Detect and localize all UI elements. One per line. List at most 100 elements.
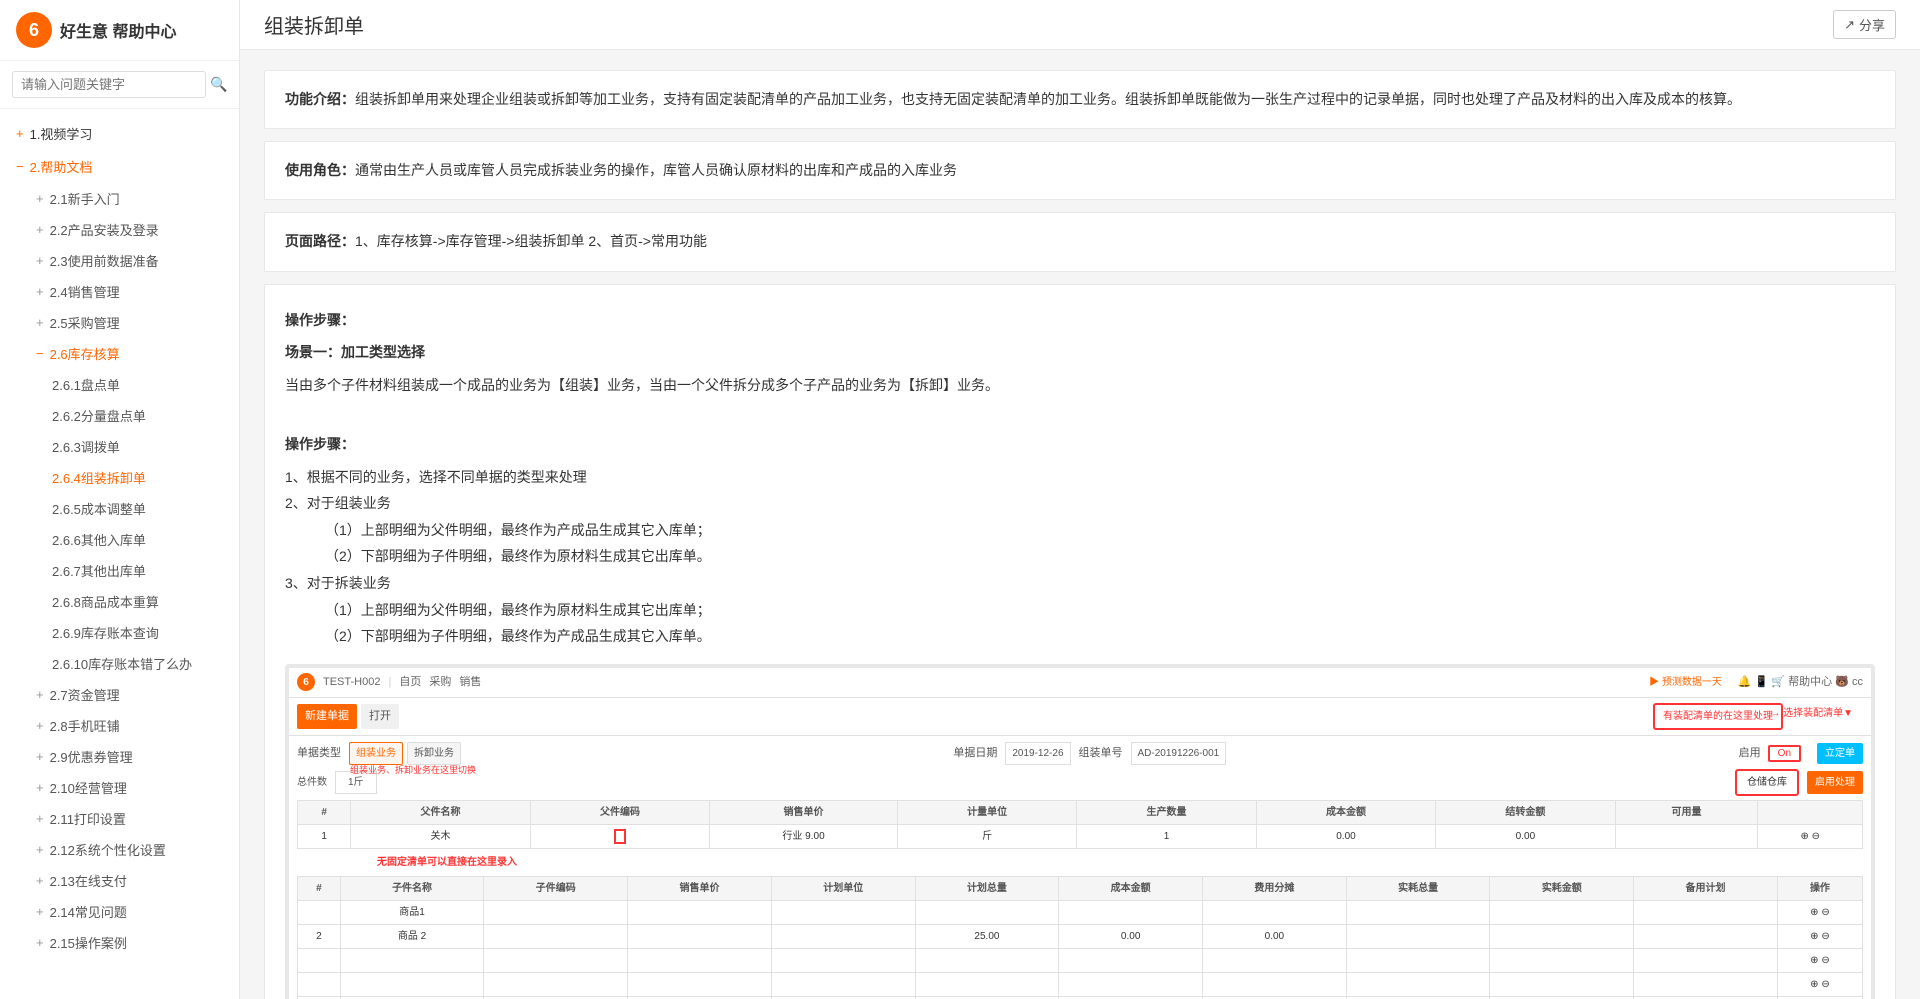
- sidebar-item-cases[interactable]: + 2.15操作案例: [0, 927, 239, 958]
- cell-child-price: [628, 900, 772, 924]
- step2: 2、对于组装业务: [285, 490, 1875, 517]
- cell-child-name: 商品1: [340, 900, 484, 924]
- app-top-bar: 6 TEST-H002 | 自页 采购 销售 ▶ 预测数据一天 🔔 📱 🛒 帮助…: [289, 668, 1871, 698]
- annotation-bom: 有装配清单的在这里处理: [1653, 703, 1783, 730]
- app-tab-open[interactable]: 打开: [361, 704, 399, 729]
- sidebar-item-ledger-error[interactable]: 2.6.10库存账本错了么办: [0, 648, 239, 679]
- content-area: 功能介绍：组装拆卸单用来处理企业组装或拆卸等加工业务，支持有固定装配清单的产品加…: [240, 50, 1920, 999]
- search-button[interactable]: 🔍: [210, 76, 227, 93]
- sidebar-item-label: 2.帮助文档: [30, 157, 93, 176]
- form-label-date: 单据日期: [953, 743, 997, 764]
- sidebar-item-sales[interactable]: + 2.4销售管理: [0, 276, 239, 307]
- sidebar-item-faq[interactable]: + 2.14常见问题: [0, 896, 239, 927]
- cell-plan-unit: [771, 900, 915, 924]
- sidebar-nav: + 1.视频学习 − 2.帮助文档 + 2.1新手入门 + 2.2产品安装及登录…: [0, 109, 239, 999]
- type-assembly[interactable]: 组装业务 组装业务、拆卸业务在这里切换: [349, 742, 403, 765]
- th-op: [1758, 800, 1863, 824]
- app-nav-purchase[interactable]: 采购: [429, 672, 451, 693]
- search-input[interactable]: [12, 71, 206, 98]
- screenshot-container: 6 TEST-H002 | 自页 采购 销售 ▶ 预测数据一天 🔔 📱 🛒 帮助…: [285, 664, 1875, 999]
- type-disassembly[interactable]: 拆卸业务: [407, 742, 461, 765]
- cell-avail: [1615, 824, 1758, 848]
- sidebar-item-other-inbound[interactable]: 2.6.6其他入库单: [0, 524, 239, 555]
- func-intro-label: 功能介绍：: [285, 91, 355, 107]
- sidebar-item-purchase[interactable]: + 2.5采购管理: [0, 307, 239, 338]
- sidebar-sub-label: 2.15操作案例: [50, 933, 127, 952]
- parent-code-highlight[interactable]: [614, 829, 626, 844]
- path-text: 页面路径：1、库存核算->库存管理->组装拆卸单 2、首页->常用功能: [285, 229, 1875, 254]
- sidebar-item-finance[interactable]: + 2.7资金管理: [0, 679, 239, 710]
- count-label: 总件数: [297, 773, 327, 792]
- sidebar-leaf-label: 2.6.10库存账本错了么办: [52, 654, 192, 673]
- cell-child-name: 商品 2: [340, 924, 484, 948]
- annotation-area: 无固定清单可以直接在这里录入: [297, 853, 1863, 872]
- sidebar-item-cost-adjust[interactable]: 2.6.5成本调整单: [0, 493, 239, 524]
- sidebar-sub-label: 2.3使用前数据准备: [50, 251, 159, 270]
- sidebar-item-mobile[interactable]: + 2.8手机旺铺: [0, 710, 239, 741]
- sidebar-sub-label: 2.13在线支付: [50, 871, 127, 890]
- sidebar-item-other-outbound[interactable]: 2.6.7其他出库单: [0, 555, 239, 586]
- app-forecast-btn[interactable]: ▶ 预测数据一天: [1649, 673, 1722, 692]
- sidebar-item-label: 1.视频学习: [30, 124, 93, 143]
- sidebar-item-settings[interactable]: + 2.12系统个性化设置: [0, 834, 239, 865]
- confirm-button[interactable]: 立定单: [1817, 743, 1863, 764]
- sidebar-item-cost-recalc[interactable]: 2.6.8商品成本重算: [0, 586, 239, 617]
- enabled-value[interactable]: On: [1768, 745, 1801, 762]
- sidebar-sub-label: 2.1新手入门: [50, 189, 120, 208]
- role-text: 使用角色：通常由生产人员或库管人员完成拆装业务的操作，库管人员确认原材料的出库和…: [285, 158, 1875, 183]
- main-area: 组装拆卸单 ↗ 分享 功能介绍：组装拆卸单用来处理企业组装或拆卸等加工业务，支持…: [240, 0, 1920, 999]
- cell-actual-total: [1346, 900, 1490, 924]
- sidebar-item-newbie[interactable]: + 2.1新手入门: [0, 183, 239, 214]
- enable-processing-btn[interactable]: 启用处理: [1807, 771, 1863, 794]
- form-value-date[interactable]: 2019-12-26: [1005, 742, 1070, 765]
- sidebar-item-print[interactable]: + 2.11打印设置: [0, 803, 239, 834]
- sidebar-item-inventory[interactable]: − 2.6库存核算: [0, 338, 239, 369]
- th-op2: 操作: [1777, 876, 1862, 900]
- logo-text: 好生意 帮助中心: [60, 18, 176, 42]
- sidebar-item-payment[interactable]: + 2.13在线支付: [0, 865, 239, 896]
- form-label-doctype: 单据类型: [297, 743, 341, 764]
- sidebar-item-coupon[interactable]: + 2.9优惠券管理: [0, 741, 239, 772]
- func-intro-text: 功能介绍：组装拆卸单用来处理企业组装或拆卸等加工业务，支持有固定装配清单的产品加…: [285, 87, 1875, 112]
- sidebar-item-transfer[interactable]: 2.6.3调拨单: [0, 431, 239, 462]
- app-tab-new[interactable]: 新建单据: [297, 704, 357, 729]
- th-plan-unit: 计划单位: [771, 876, 915, 900]
- app-nav-home[interactable]: 自页: [399, 672, 421, 693]
- operation-steps-box: 操作步骤： 场景一：加工类型选择 当由多个子件材料组装成一个成品的业务为【组装】…: [264, 284, 1896, 999]
- sidebar-item-stocktake[interactable]: 2.6.1盘点单: [0, 369, 239, 400]
- sidebar-item-install[interactable]: + 2.2产品安装及登录: [0, 214, 239, 245]
- sidebar-item-assembly[interactable]: 2.6.4组装拆卸单: [0, 462, 239, 493]
- form-label-docno: 组装单号: [1079, 743, 1123, 764]
- share-button[interactable]: ↗ 分享: [1833, 10, 1896, 39]
- sidebar-item-docs[interactable]: − 2.帮助文档: [0, 150, 239, 183]
- th-actual-total: 实耗总量: [1346, 876, 1490, 900]
- th-actual-cost: 实耗金额: [1490, 876, 1634, 900]
- warehouse-select[interactable]: 仓储仓库: [1735, 769, 1799, 796]
- app-nav-sale[interactable]: 销售: [459, 672, 481, 693]
- cell-reserve: [1634, 924, 1778, 948]
- role-content: 通常由生产人员或库管人员完成拆装业务的操作，库管人员确认原材料的出库和产成品的入…: [355, 162, 957, 178]
- role-box: 使用角色：通常由生产人员或库管人员完成拆装业务的操作，库管人员确认原材料的出库和…: [264, 141, 1896, 200]
- annotation-no-bom: 无固定清单可以直接在这里录入: [377, 853, 517, 872]
- role-label: 使用角色：: [285, 162, 355, 178]
- child-table: # 子件名称 子件编码 销售单价 计划单位 计划总量 成本金额 费用分摊 实耗总…: [297, 876, 1863, 999]
- share-label: 分享: [1859, 15, 1885, 34]
- form-value-docno[interactable]: AD-20191226-001: [1131, 742, 1227, 765]
- sidebar-item-video[interactable]: + 1.视频学习: [0, 117, 239, 150]
- label-enabled: 启用: [1739, 747, 1761, 759]
- table-row: 商品1 ⊕ ⊖: [298, 900, 1863, 924]
- cell-prod-qty: 1: [1077, 824, 1256, 848]
- sidebar-item-ledger-query[interactable]: 2.6.9库存账本查询: [0, 617, 239, 648]
- sidebar-leaf-label: 2.6.1盘点单: [52, 375, 120, 394]
- step3: 3、对于拆装业务: [285, 570, 1875, 597]
- annotation-type: 组装业务、拆卸业务在这里切换: [350, 762, 476, 779]
- th-child-code: 子件编码: [484, 876, 628, 900]
- sidebar-leaf-label: 2.6.3调拨单: [52, 437, 120, 456]
- app-sub-header: 新建单据 打开 有装配清单的在这里处理 → 选择装配清单▼: [289, 698, 1871, 736]
- sidebar-item-partial-stocktake[interactable]: 2.6.2分量盘点单: [0, 400, 239, 431]
- app-icons-area: 🔔 📱 🛒 帮助中心 🐻 cc: [1738, 672, 1863, 693]
- sidebar-item-operations[interactable]: + 2.10经营管理: [0, 772, 239, 803]
- share-icon: ↗: [1844, 17, 1855, 33]
- sidebar-item-data-prep[interactable]: + 2.3使用前数据准备: [0, 245, 239, 276]
- collapse-icon: −: [16, 159, 24, 174]
